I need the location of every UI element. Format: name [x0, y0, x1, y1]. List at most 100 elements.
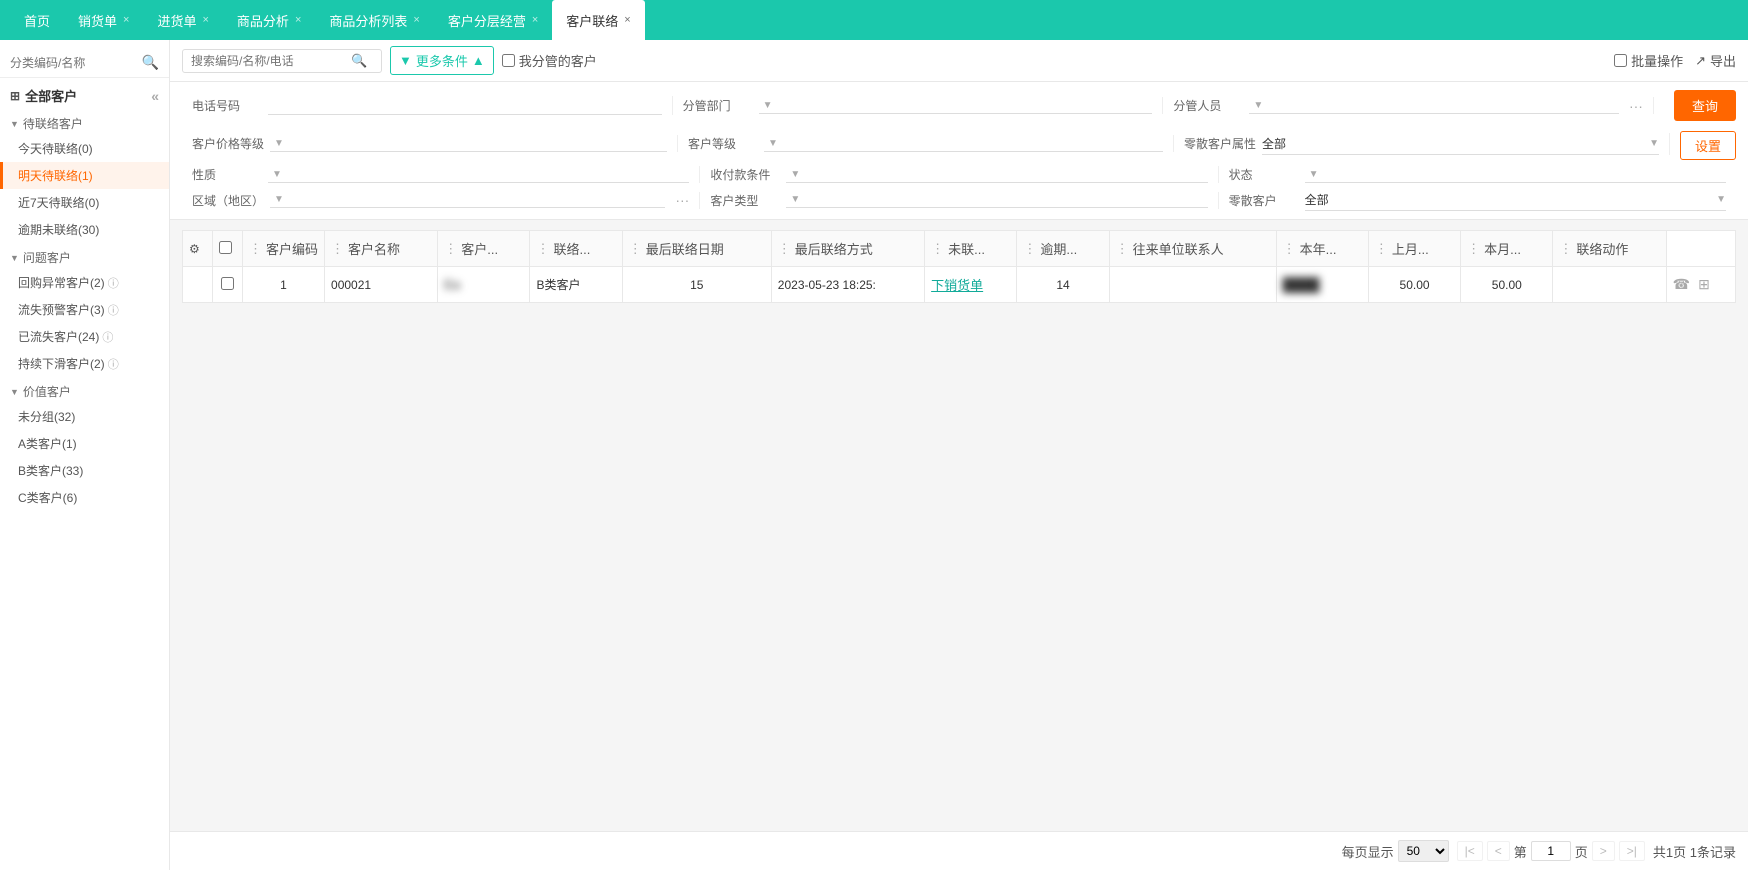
prev-page-button[interactable]: <	[1487, 841, 1510, 861]
sidebar-group-title-pending[interactable]: 待联络客户	[0, 109, 169, 135]
sidebar-item[interactable]: 今天待联络(0)	[0, 135, 169, 162]
filter-item-payment: 收付款条件▼	[700, 166, 1218, 183]
sidebar-group-title-value[interactable]: 价值客户	[0, 377, 169, 403]
toolbar-search-input[interactable]	[191, 54, 351, 68]
filter-item-nature: 性质 ▼	[182, 166, 700, 183]
sidebar-item[interactable]: 已流失客户(24) ⓘ	[0, 323, 169, 350]
filter-item-dept: 分管部门 ▼	[673, 97, 1164, 114]
col-sort-icon: ⋮	[778, 241, 791, 257]
filter-select-customer-type[interactable]: ▼	[786, 192, 1207, 208]
row-checkbox-input[interactable]	[221, 277, 234, 290]
header-checkbox[interactable]	[219, 241, 232, 254]
close-icon[interactable]: ×	[532, 14, 538, 26]
nav-item-purchase-order[interactable]: 进货单×	[143, 0, 222, 40]
filter-row-2: 客户价格等级▼客户等级▼零散客户属性全部▼设置	[182, 127, 1736, 160]
all-customers-title[interactable]: ⊞ 全部客户 «	[0, 78, 169, 109]
call-icon[interactable]: ☎	[1673, 276, 1690, 293]
filter-select-person[interactable]: ▼	[1249, 98, 1619, 114]
row-num: 1	[243, 267, 325, 303]
contact-method-link[interactable]: 下销货单	[931, 278, 983, 293]
toolbar-search-icon[interactable]: 🔍	[351, 53, 367, 69]
ellipsis-button[interactable]: ···	[675, 192, 689, 208]
sidebar-item[interactable]: 明天待联络(1)	[0, 162, 169, 189]
current-page-input[interactable]	[1531, 841, 1571, 861]
sidebar-item[interactable]: 近7天待联络(0)	[0, 189, 169, 216]
filter-select-customer-grade[interactable]: ▼	[764, 136, 1163, 152]
filter-item-status: 状态▼	[1219, 166, 1736, 183]
nav-item-product-analysis-list[interactable]: 商品分析列表×	[315, 0, 433, 40]
col-sort-icon: ⋮	[1375, 241, 1388, 257]
page-navigation: |<<第 页>>|	[1457, 841, 1645, 861]
sidebar-item[interactable]: B类客户(33)	[0, 457, 169, 484]
sidebar-item[interactable]: 回购异常客户(2) ⓘ	[0, 269, 169, 296]
ellipsis-button[interactable]: ···	[1629, 98, 1643, 114]
close-icon[interactable]: ×	[295, 14, 301, 26]
export-button[interactable]: ↗ 导出	[1695, 51, 1736, 70]
sidebar-group-title-problem[interactable]: 问题客户	[0, 243, 169, 269]
table-header: ⚙⋮客户编码⋮客户名称⋮客户...⋮联络...⋮最后联络日期⋮最后联络方式⋮未联…	[183, 231, 1736, 267]
col-sort-icon: ⋮	[1467, 241, 1480, 257]
sidebar-item[interactable]: 持续下滑客户(2) ⓘ	[0, 350, 169, 377]
col-header-customer-type: ⋮客户...	[438, 231, 530, 267]
query-button[interactable]: 查询	[1674, 90, 1736, 121]
sidebar-item[interactable]: 逾期未联络(30)	[0, 216, 169, 243]
filter-select-status[interactable]: ▼	[1305, 167, 1726, 183]
filter-select-payment[interactable]: ▼	[786, 167, 1207, 183]
col-header-customer-name: ⋮客户名称	[325, 231, 438, 267]
batch-operations-button[interactable]: 批量操作	[1614, 51, 1683, 70]
nav-item-customer-tier[interactable]: 客户分层经营×	[434, 0, 552, 40]
my-customers-checkbox-area[interactable]: 我分管的客户	[502, 51, 597, 70]
per-page-select[interactable]: 102050100	[1398, 840, 1449, 862]
col-header-checkbox	[213, 231, 243, 267]
nav-item-home[interactable]: 首页	[10, 0, 64, 40]
my-customers-checkbox[interactable]	[502, 54, 515, 67]
this-year-cell: 50.00	[1368, 267, 1460, 303]
action-icons-wrap: ☎⊞	[1673, 276, 1729, 293]
per-page-label: 每页显示	[1342, 842, 1394, 861]
overdue-cell	[1109, 267, 1276, 303]
chevron-down-icon: ▼	[272, 169, 282, 180]
sidebar-item[interactable]: 流失预警客户(3) ⓘ	[0, 296, 169, 323]
batch-ops-checkbox[interactable]	[1614, 54, 1627, 67]
settings-button[interactable]: 设置	[1680, 131, 1736, 160]
filter-item-region: 区域（地区）▼···	[182, 192, 700, 209]
filter-item-person: 分管人员▼···	[1163, 97, 1654, 114]
sidebar-item[interactable]: A类客户(1)	[0, 430, 169, 457]
close-icon[interactable]: ×	[413, 14, 419, 26]
grid-action-icon[interactable]: ⊞	[1698, 276, 1710, 293]
filter-select-nature[interactable]: ▼	[268, 167, 689, 183]
nav-item-product-analysis[interactable]: 商品分析×	[223, 0, 315, 40]
close-icon[interactable]: ×	[123, 14, 129, 26]
close-icon[interactable]: ×	[624, 14, 630, 26]
filter-select-retail-attr[interactable]: 全部▼	[1262, 133, 1659, 155]
sidebar-item[interactable]: C类客户(6)	[0, 484, 169, 511]
sidebar-search-icon[interactable]: 🔍	[142, 54, 159, 71]
next-page-button[interactable]: >	[1592, 841, 1615, 861]
col-header-contact-count: ⋮联络...	[530, 231, 622, 267]
sidebar-search-input[interactable]	[10, 56, 142, 70]
filter-select-region[interactable]: ▼	[270, 192, 665, 208]
nav-item-sales-order[interactable]: 销货单×	[64, 0, 143, 40]
more-filters-button[interactable]: ▼ 更多条件 ▲	[390, 46, 494, 75]
filter-select-dept[interactable]: ▼	[759, 98, 1153, 114]
col-sort-icon: ⋮	[1559, 241, 1572, 257]
table-wrapper: ⚙⋮客户编码⋮客户名称⋮客户...⋮联络...⋮最后联络日期⋮最后联络方式⋮未联…	[170, 220, 1748, 831]
collapse-icon[interactable]: «	[151, 88, 159, 104]
filter-item-customer-type: 客户类型 ▼	[700, 192, 1218, 209]
col-sort-icon: ⋮	[629, 241, 642, 257]
filter-actions: 查询	[1654, 90, 1736, 121]
chevron-up-icon: ▲	[472, 53, 485, 68]
filter-select-retail-customer[interactable]: 全部▼	[1305, 189, 1726, 211]
first-page-button[interactable]: |<	[1457, 841, 1483, 861]
nav-item-customer-contact[interactable]: 客户联络×	[552, 0, 644, 40]
filter-select-customer-price-grade[interactable]: ▼	[270, 136, 667, 152]
close-icon[interactable]: ×	[202, 14, 208, 26]
filter-label-customer-type: 客户类型	[710, 192, 780, 209]
filter-label-nature: 性质	[192, 166, 262, 183]
col-sort-icon: ⋮	[931, 241, 944, 257]
this-month-cell	[1553, 267, 1666, 303]
filter-label-dept: 分管部门	[683, 97, 753, 114]
last-page-button[interactable]: >|	[1619, 841, 1645, 861]
filter-input-phone[interactable]	[268, 96, 662, 115]
sidebar-item[interactable]: 未分组(32)	[0, 403, 169, 430]
